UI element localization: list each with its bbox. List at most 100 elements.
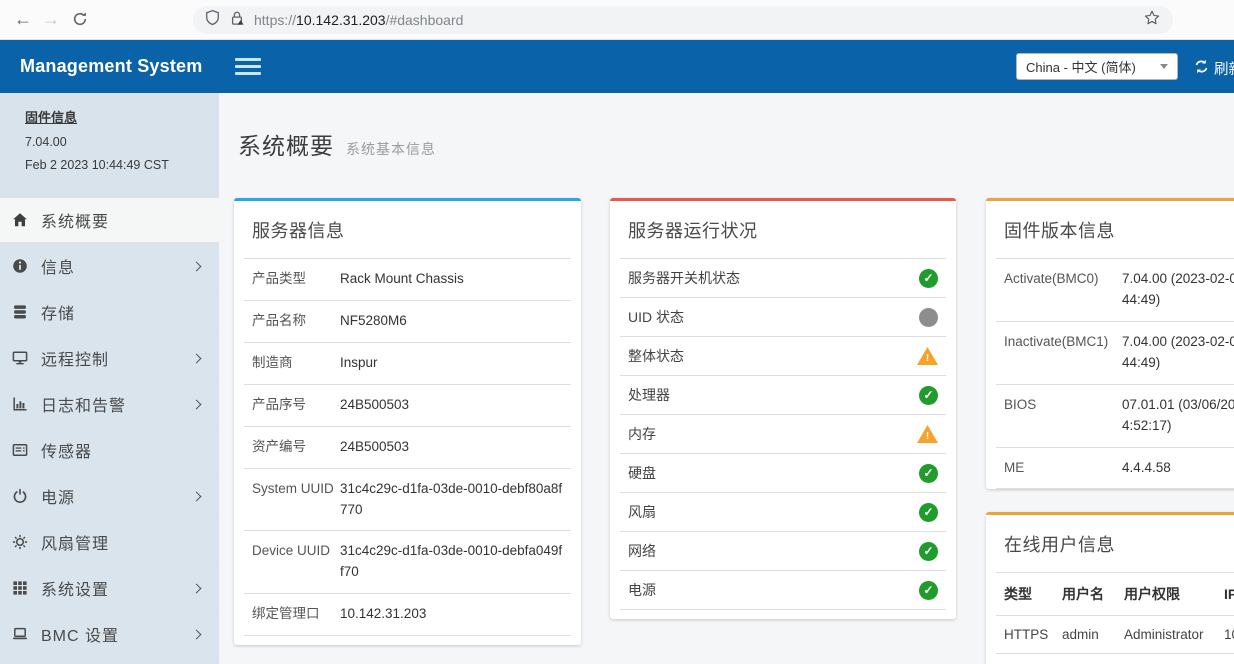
info-icon bbox=[12, 258, 28, 274]
health-row: 处理器 bbox=[620, 375, 946, 414]
logs-alerts-icon bbox=[12, 396, 28, 412]
status-ok-icon bbox=[919, 580, 938, 600]
info-row: 产品名称 NF5280M6 bbox=[244, 299, 571, 342]
info-row: Device UUID 31c4c29c-d1fa-03de-0010-debfa… bbox=[244, 530, 571, 593]
sidebar-item-system-settings[interactable]: 系统设置 bbox=[0, 566, 219, 610]
online-users-header-row: 类型 用户名 用户权限 IP bbox=[996, 572, 1234, 615]
sidebar-item-label: 存储 bbox=[41, 306, 76, 323]
firmware-version-card-title: 固件版本信息 bbox=[1004, 221, 1115, 241]
status-warning-icon bbox=[917, 347, 938, 365]
chevron-down-icon bbox=[1160, 64, 1168, 69]
server-health-card: 服务器运行状况 服务器开关机状态 UID 状态 整体状态 处理器 内存 硬盘 风… bbox=[610, 198, 956, 619]
chevron-right-icon bbox=[191, 399, 202, 409]
sidebar-firmware-info: 固件信息 7.04.00 Feb 2 2023 10:44:49 CST bbox=[0, 93, 219, 198]
sidebar-item-info[interactable]: 信息 bbox=[0, 244, 219, 288]
health-row: 网络 bbox=[620, 531, 946, 570]
chevron-right-icon bbox=[191, 629, 202, 639]
sidebar-item-label: 日志和告警 bbox=[41, 398, 127, 415]
url-host: 10.142.31.203 bbox=[296, 12, 386, 28]
status-ok-icon bbox=[919, 502, 938, 522]
storage-icon bbox=[12, 304, 28, 320]
sidebar-item-power[interactable]: 电源 bbox=[0, 474, 219, 518]
site-info-shield-icon[interactable] bbox=[205, 9, 220, 31]
sidebar-item-label: 信息 bbox=[41, 260, 76, 277]
sidebar-item-storage[interactable]: 存储 bbox=[0, 290, 219, 334]
health-row: 服务器开关机状态 bbox=[620, 258, 946, 297]
health-row: 硬盘 bbox=[620, 453, 946, 492]
chevron-right-icon bbox=[191, 583, 202, 593]
firmware-row: BIOS07.01.01 (03/06/2023 14:52:17) bbox=[996, 383, 1234, 447]
status-ok-icon bbox=[919, 541, 938, 561]
sidebar-item-label: 系统概要 bbox=[41, 214, 110, 231]
sidebar-item-label: BMC 设置 bbox=[41, 628, 120, 645]
browser-back-icon[interactable]: ← bbox=[14, 10, 32, 28]
health-row: UID 状态 bbox=[620, 297, 946, 336]
sidebar-item-label: 系统设置 bbox=[41, 582, 110, 599]
sidebar-item-partial[interactable] bbox=[0, 658, 219, 664]
info-row: 产品序号 24B500503 bbox=[244, 383, 571, 426]
online-user-row: KVM admin Administrator 10.142.31.203 bbox=[996, 653, 1234, 664]
page-header: 系统概要 系统基本信息 bbox=[238, 127, 1234, 161]
language-select-value: China - 中文 (简体) bbox=[1026, 60, 1136, 75]
info-row: 绑定管理口 10.142.31.203 bbox=[244, 593, 571, 635]
health-row: 电源 bbox=[620, 570, 946, 609]
language-select[interactable]: China - 中文 (简体) bbox=[1016, 53, 1178, 80]
browser-reload-icon[interactable] bbox=[72, 11, 88, 32]
sidebar-item-bmc-settings[interactable]: BMC 设置 bbox=[0, 612, 219, 656]
online-users-card: 在线用户信息 类型 用户名 用户权限 IP HTTPS admin Admini… bbox=[986, 512, 1234, 664]
power-icon bbox=[12, 488, 28, 504]
health-row: 风扇 bbox=[620, 492, 946, 531]
page-title: 系统概要 bbox=[238, 133, 334, 159]
chevron-right-icon bbox=[191, 491, 202, 501]
sidebar-item-label: 传感器 bbox=[41, 444, 93, 461]
main-content: 系统概要 系统基本信息 服务器信息 产品类型 Rack Mount Chassis… bbox=[219, 93, 1234, 664]
firmware-version-card: 固件版本信息 Activate(BMC0)7.04.00 (2023-02-02… bbox=[986, 198, 1234, 490]
firmware-row: Inactivate(BMC1)7.04.00 (2023-02-02 10:4… bbox=[996, 320, 1234, 384]
firmware-info-title: 固件信息 bbox=[25, 110, 78, 125]
sidebar-item-label: 风扇管理 bbox=[41, 536, 110, 553]
bookmark-star-icon[interactable] bbox=[1143, 9, 1161, 32]
status-ok-icon bbox=[919, 268, 938, 288]
browser-forward-icon[interactable]: → bbox=[42, 10, 60, 28]
sidebar-item-logs-alerts[interactable]: 日志和告警 bbox=[0, 382, 219, 426]
status-ok-icon bbox=[919, 463, 938, 483]
health-row: 内存 bbox=[620, 414, 946, 453]
status-ok-icon bbox=[919, 385, 938, 405]
fan-icon bbox=[12, 534, 28, 550]
online-user-row: HTTPS admin Administrator 10.142.31.203 bbox=[996, 615, 1234, 653]
status-warning-icon bbox=[917, 425, 938, 443]
lock-warning-icon[interactable] bbox=[230, 10, 244, 31]
address-bar[interactable]: https://10.142.31.203/#dashboard bbox=[193, 6, 1173, 34]
refresh-button-label: 刷新 bbox=[1214, 62, 1234, 78]
app-header: Management System China - 中文 (简体) 刷新 bbox=[0, 40, 1234, 93]
system-settings-icon bbox=[12, 580, 28, 596]
info-row: 资产编号 24B500503 bbox=[244, 425, 571, 468]
sidebar-item-remote-control[interactable]: 远程控制 bbox=[0, 336, 219, 380]
info-row: 制造商 Inspur bbox=[244, 341, 571, 384]
refresh-button[interactable]: 刷新 bbox=[1194, 58, 1234, 79]
sensor-icon bbox=[12, 442, 28, 458]
home-icon bbox=[12, 212, 28, 228]
server-health-card-title: 服务器运行状况 bbox=[628, 221, 758, 241]
sidebar-toggle-hamburger-icon[interactable] bbox=[235, 54, 262, 79]
app-title: Management System bbox=[20, 56, 203, 76]
browser-toolbar: ← → https://10.142.31.203/#dashboard bbox=[0, 0, 1234, 40]
refresh-icon bbox=[1194, 59, 1209, 78]
sidebar-item-label: 远程控制 bbox=[41, 352, 110, 369]
bmc-settings-icon bbox=[12, 626, 28, 642]
chevron-right-icon bbox=[191, 353, 202, 363]
health-row: 整体状态 bbox=[620, 336, 946, 375]
sidebar-item-fan-management[interactable]: 风扇管理 bbox=[0, 520, 219, 564]
firmware-row: ME 4.4.4.58 bbox=[996, 446, 1234, 489]
sidebar-item-label: 电源 bbox=[41, 490, 76, 507]
firmware-version: 7.04.00 bbox=[25, 135, 67, 149]
firmware-row: Activate(BMC0)7.04.00 (2023-02-02 10:44:… bbox=[996, 258, 1234, 321]
sidebar: 固件信息 7.04.00 Feb 2 2023 10:44:49 CST 系统概… bbox=[0, 93, 219, 664]
sidebar-item-sensors[interactable]: 传感器 bbox=[0, 428, 219, 472]
server-info-card: 服务器信息 产品类型 Rack Mount Chassis 产品名称 NF5280M… bbox=[234, 198, 581, 646]
server-info-card-title: 服务器信息 bbox=[252, 221, 345, 241]
url-text: https://10.142.31.203/#dashboard bbox=[254, 12, 464, 28]
sidebar-item-system-summary[interactable]: 系统概要 bbox=[0, 198, 219, 242]
info-row: 产品类型 Rack Mount Chassis bbox=[244, 258, 571, 300]
chevron-right-icon bbox=[191, 261, 202, 271]
